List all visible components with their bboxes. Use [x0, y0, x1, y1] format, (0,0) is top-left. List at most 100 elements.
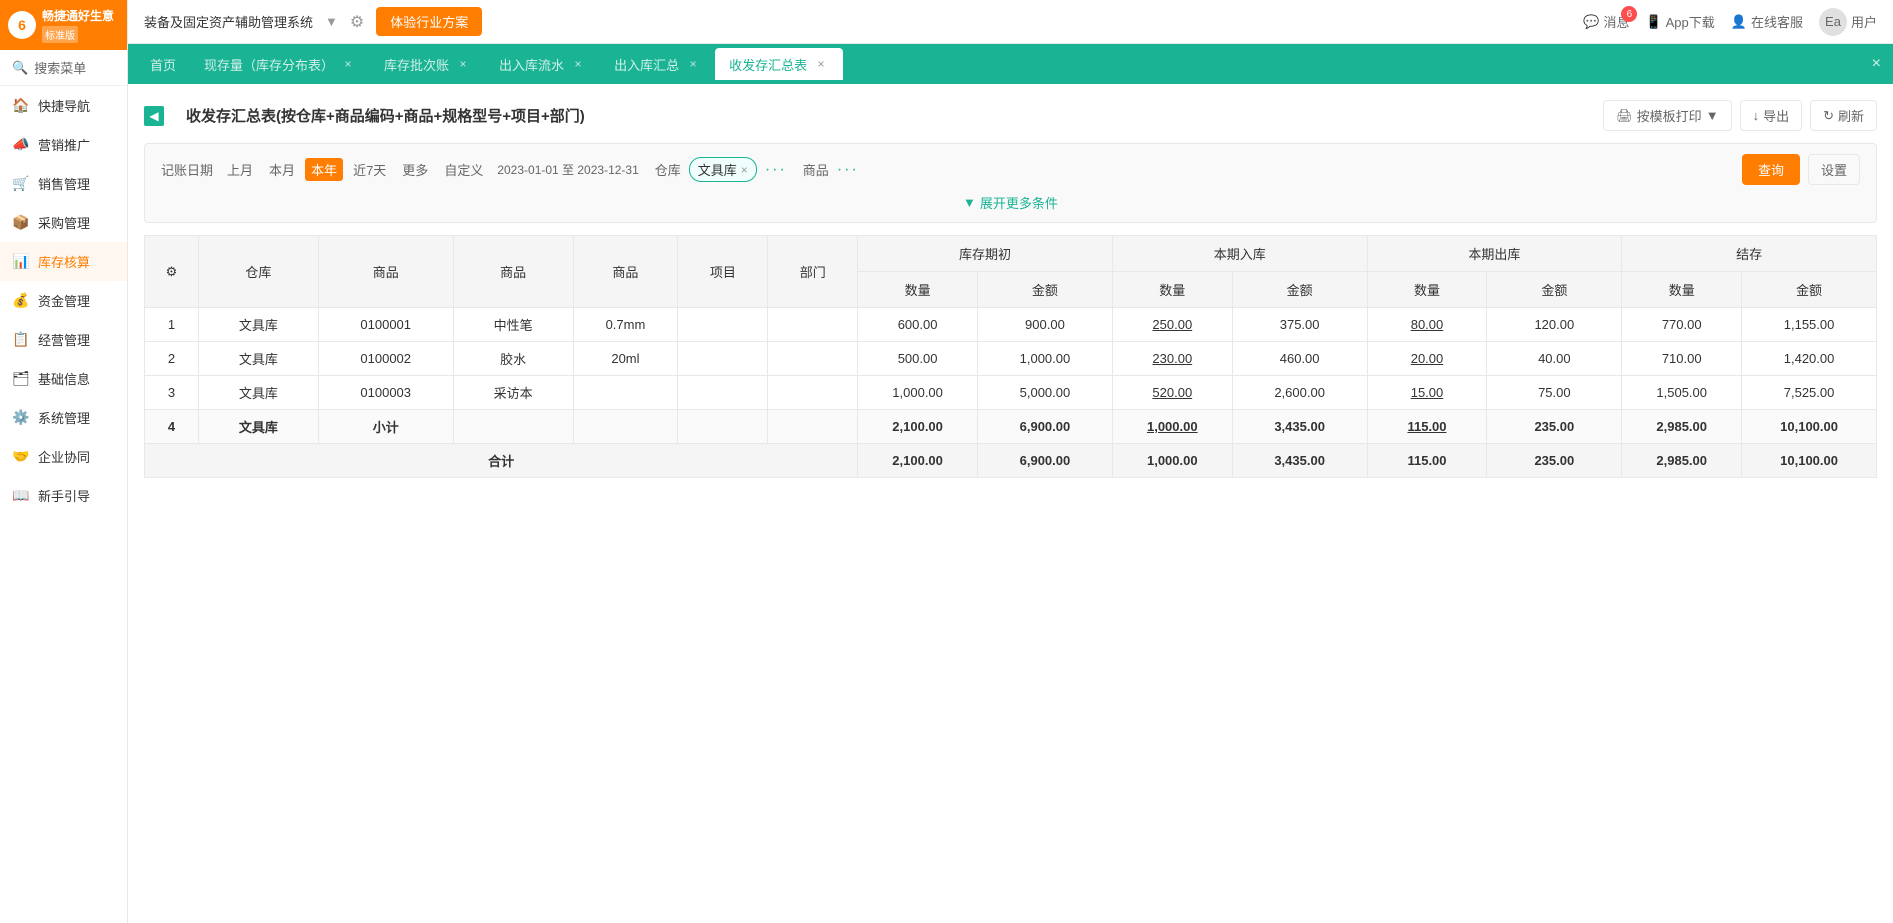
tab-receive-send-close[interactable]: ×: [813, 56, 829, 72]
date-btn-this-year[interactable]: 本年: [305, 158, 343, 181]
row-in-amt: 375.00: [1232, 308, 1367, 342]
warehouse-ellipsis[interactable]: ···: [765, 161, 787, 179]
date-btn-this-month[interactable]: 本月: [263, 158, 301, 181]
tab-flow-close[interactable]: ×: [570, 56, 586, 72]
product-ellipsis[interactable]: ···: [837, 161, 859, 179]
tab-bar-close-button[interactable]: ×: [1868, 55, 1885, 73]
row-project: [678, 342, 768, 376]
finance-label: 资金管理: [38, 291, 90, 310]
message-action[interactable]: 💬 消息 6: [1583, 12, 1629, 31]
marketing-icon: 📣: [12, 136, 30, 154]
sidebar-search[interactable]: 🔍 搜索菜单: [0, 50, 127, 86]
sidebar-item-purchase[interactable]: 📦 采购管理: [0, 203, 127, 242]
refresh-button[interactable]: ↻ 刷新: [1810, 100, 1877, 131]
tab-inventory-dist[interactable]: 现存量（库存分布表） ×: [190, 48, 370, 80]
filter-bar: 记账日期 上月 本月 本年 近7天 更多 自定义 2023-01-01 至 20…: [144, 143, 1877, 223]
row-code: 0100002: [318, 342, 453, 376]
tab-receive-send[interactable]: 收发存汇总表 ×: [715, 48, 843, 80]
th-name: 商品: [453, 236, 573, 308]
sidebar-item-finance[interactable]: 💰 资金管理: [0, 281, 127, 320]
row-out-qty[interactable]: 80.00: [1367, 308, 1487, 342]
sidebar-item-quick-nav[interactable]: 🏠 快捷导航: [0, 86, 127, 125]
collapse-button[interactable]: ◀: [144, 106, 164, 126]
warehouse-tag-close[interactable]: ×: [741, 163, 748, 177]
search-icon: 🔍: [12, 60, 28, 76]
th-out-stock: 本期出库: [1367, 236, 1622, 272]
print-icon: 🖨: [1616, 108, 1633, 124]
phone-icon: 📱: [1645, 14, 1661, 30]
total-bal-qty: 2,985.00: [1622, 444, 1742, 478]
tab-summary[interactable]: 出入库汇总 ×: [600, 48, 715, 80]
date-btn-7days[interactable]: 近7天: [347, 158, 392, 181]
user-action[interactable]: Ea 用户: [1819, 8, 1877, 36]
date-btn-last-month[interactable]: 上月: [221, 158, 259, 181]
print-button[interactable]: 🖨 按模板打印 ▼: [1603, 100, 1731, 131]
system-dropdown[interactable]: ▼: [325, 14, 338, 29]
tab-flow[interactable]: 出入库流水 ×: [485, 48, 600, 80]
inventory-label: 库存核算: [38, 252, 90, 271]
logo-tag: 标准版: [42, 26, 78, 43]
purchase-icon: 📦: [12, 214, 30, 232]
refresh-label: 刷新: [1838, 106, 1864, 125]
product-label: 商品: [803, 160, 829, 179]
date-filter: 记账日期 上月 本月 本年 近7天 更多 自定义 2023-01-01 至 20…: [161, 158, 639, 181]
row-name: 采访本: [453, 376, 573, 410]
row-bal-qty: 1,505.00: [1622, 376, 1742, 410]
sidebar-item-guide[interactable]: 📖 新手引导: [0, 476, 127, 515]
header-left: 装备及固定资产辅助管理系统 ▼ ⚙ 体验行业方案: [144, 7, 482, 36]
online-service-action[interactable]: 👤 在线客服: [1731, 12, 1803, 31]
export-icon: ↓: [1753, 108, 1760, 123]
row-in-qty[interactable]: 520.00: [1112, 376, 1232, 410]
app-download-label: App下载: [1666, 12, 1715, 31]
sub-out-qty[interactable]: 115.00: [1367, 410, 1487, 444]
sidebar-item-enterprise[interactable]: 🤝 企业协同: [0, 437, 127, 476]
row-dept: [768, 342, 858, 376]
tab-batch-close[interactable]: ×: [455, 56, 471, 72]
query-button[interactable]: 查询: [1742, 154, 1800, 185]
settings-button[interactable]: 设置: [1808, 154, 1860, 185]
row-init-qty: 600.00: [858, 308, 978, 342]
table-settings-icon[interactable]: ⚙: [166, 264, 178, 279]
sidebar-item-system[interactable]: ⚙️ 系统管理: [0, 398, 127, 437]
top-header: 装备及固定资产辅助管理系统 ▼ ⚙ 体验行业方案 💬 消息 6 📱 App下载 …: [128, 0, 1893, 44]
export-button[interactable]: ↓ 导出: [1740, 100, 1803, 131]
date-btn-custom[interactable]: 自定义: [438, 158, 489, 181]
th-out-amt: 金额: [1487, 272, 1622, 308]
tab-receive-send-label: 收发存汇总表: [729, 55, 807, 74]
th-out-qty: 数量: [1367, 272, 1487, 308]
row-in-qty[interactable]: 230.00: [1112, 342, 1232, 376]
tab-home[interactable]: 首页: [136, 48, 190, 80]
row-out-amt: 40.00: [1487, 342, 1622, 376]
row-warehouse: 文具库: [198, 342, 318, 376]
sidebar-item-marketing[interactable]: 📣 营销推广: [0, 125, 127, 164]
finance-icon: 💰: [12, 292, 30, 310]
sidebar-item-operations[interactable]: 📋 经营管理: [0, 320, 127, 359]
date-btn-more[interactable]: 更多: [396, 158, 434, 181]
tab-batch[interactable]: 库存批次账 ×: [370, 48, 485, 80]
expand-button[interactable]: ▼ 展开更多条件: [161, 193, 1860, 212]
sidebar-item-basic[interactable]: 🗂 基础信息: [0, 359, 127, 398]
experience-button[interactable]: 体验行业方案: [376, 7, 482, 36]
tab-summary-close[interactable]: ×: [685, 56, 701, 72]
tab-batch-label: 库存批次账: [384, 55, 449, 74]
row-out-qty[interactable]: 20.00: [1367, 342, 1487, 376]
th-warehouse: 仓库: [198, 236, 318, 308]
dropdown-arrow-icon: ▼: [325, 14, 338, 29]
inventory-icon: 📊: [12, 253, 30, 271]
tab-summary-label: 出入库汇总: [614, 55, 679, 74]
sub-init-amt: 6,900.00: [978, 410, 1113, 444]
refresh-icon: ↻: [1823, 108, 1834, 124]
gear-icon[interactable]: ⚙: [350, 12, 364, 32]
row-init-qty: 1,000.00: [858, 376, 978, 410]
row-init-amt: 1,000.00: [978, 342, 1113, 376]
app-download-action[interactable]: 📱 App下载: [1645, 12, 1714, 31]
filter-row: 记账日期 上月 本月 本年 近7天 更多 自定义 2023-01-01 至 20…: [161, 154, 1860, 185]
tab-inventory-dist-close[interactable]: ×: [340, 56, 356, 72]
sidebar-item-sales[interactable]: 🛒 销售管理: [0, 164, 127, 203]
sidebar-item-inventory[interactable]: 📊 库存核算: [0, 242, 127, 281]
total-in-qty: 1,000.00: [1112, 444, 1232, 478]
row-out-qty[interactable]: 15.00: [1367, 376, 1487, 410]
row-in-qty[interactable]: 250.00: [1112, 308, 1232, 342]
row-bal-qty: 770.00: [1622, 308, 1742, 342]
sub-in-qty[interactable]: 1,000.00: [1112, 410, 1232, 444]
